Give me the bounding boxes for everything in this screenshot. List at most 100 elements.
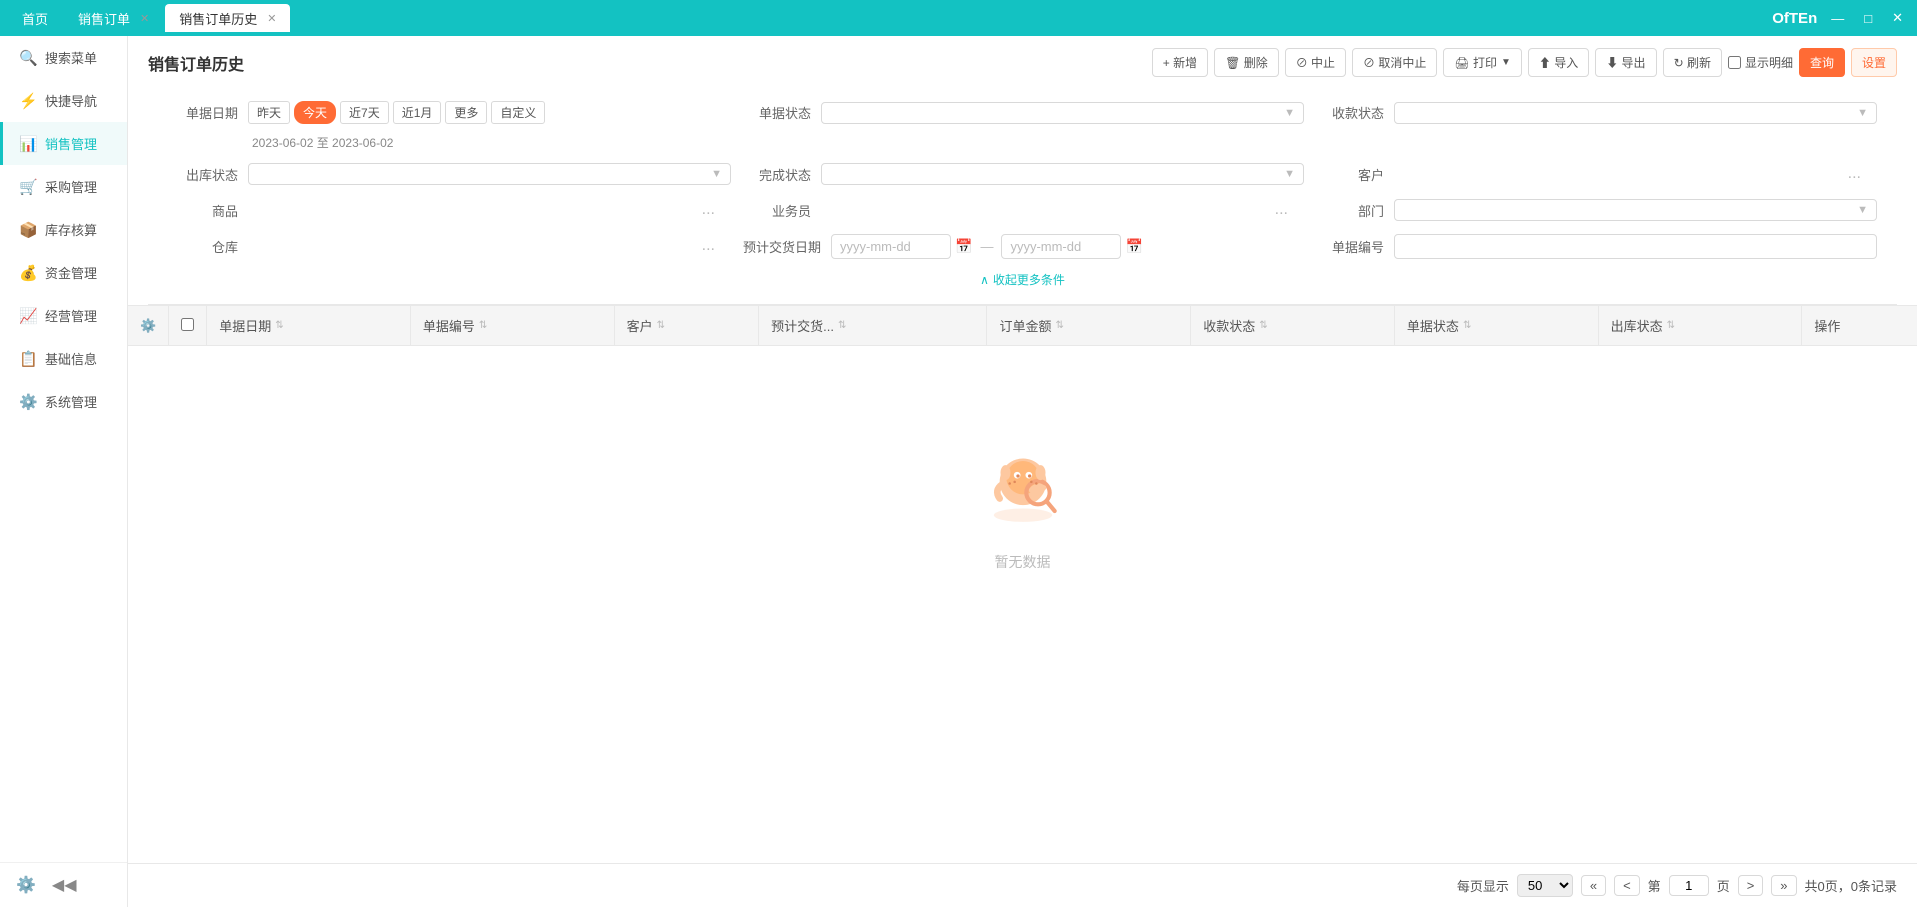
last-page-btn[interactable]: » bbox=[1771, 875, 1796, 896]
date-yesterday-btn[interactable]: 昨天 bbox=[248, 101, 290, 124]
import-button-label: ⬆ 导入 bbox=[1539, 54, 1578, 71]
doc-no-field[interactable] bbox=[1394, 234, 1877, 259]
sidebar-bottom: ⚙️ ◀◀ bbox=[0, 862, 127, 907]
table-col-delivery-date[interactable]: 预计交货... ⇅ bbox=[759, 306, 987, 346]
sidebar-item-search-menu[interactable]: 🔍 搜索菜单 bbox=[0, 36, 127, 79]
tab-sales-order[interactable]: 销售订单 ✕ bbox=[64, 4, 163, 32]
inventory-icon: 📦 bbox=[19, 221, 37, 239]
doc-status-select[interactable]: ▼ bbox=[821, 102, 1304, 124]
table-col-doc-no[interactable]: 单据编号 ⇅ bbox=[410, 306, 614, 346]
table-select-all-checkbox[interactable] bbox=[181, 318, 194, 331]
table-col-customer[interactable]: 客户 ⇅ bbox=[614, 306, 758, 346]
sidebar-item-finance[interactable]: 💰 资金管理 bbox=[0, 251, 127, 294]
date-today-btn[interactable]: 今天 bbox=[294, 101, 336, 124]
page-title-bar: 销售订单历史 + 新增 🗑 删除 ⊘ 中止 ⊘ 取消中止 🖨 bbox=[148, 48, 1897, 77]
page-size-label: 每页显示 bbox=[1457, 876, 1509, 895]
delivery-date-sort[interactable]: 预计交货... ⇅ bbox=[771, 316, 974, 335]
out-status-field[interactable]: ▼ bbox=[248, 163, 731, 185]
filter-complete-status-group: 完成状态 ▼ bbox=[741, 161, 1304, 187]
collapse-row[interactable]: ∧ 收起更多条件 bbox=[168, 267, 1877, 292]
import-button[interactable]: ⬆ 导入 bbox=[1528, 48, 1589, 77]
print-arrow-icon: ▼ bbox=[1501, 57, 1511, 68]
date-1month-btn[interactable]: 近1月 bbox=[393, 101, 442, 124]
close-btn[interactable]: ✕ bbox=[1886, 10, 1909, 26]
doc-status-field[interactable]: ▼ bbox=[821, 102, 1304, 124]
table-settings-icon[interactable]: ⚙️ bbox=[140, 318, 156, 333]
sidebar-item-quick-nav[interactable]: ⚡ 快捷导航 bbox=[0, 79, 127, 122]
table-col-pay-status[interactable]: 收款状态 ⇅ bbox=[1191, 306, 1395, 346]
table-settings-col[interactable]: ⚙️ bbox=[128, 306, 169, 346]
dept-select[interactable]: ▼ bbox=[1394, 199, 1877, 221]
warehouse-dots[interactable]: ... bbox=[694, 237, 723, 255]
minimize-btn[interactable]: — bbox=[1825, 11, 1850, 26]
first-page-btn[interactable]: « bbox=[1581, 875, 1606, 896]
prev-page-btn[interactable]: < bbox=[1614, 875, 1640, 896]
customer-dots[interactable]: ... bbox=[1840, 165, 1869, 183]
sidebar-expand-icon[interactable]: ◀◀ bbox=[52, 875, 77, 895]
sidebar-item-operations[interactable]: 📈 经营管理 bbox=[0, 294, 127, 337]
out-status-select[interactable]: ▼ bbox=[248, 163, 731, 185]
settings-bottom-icon[interactable]: ⚙️ bbox=[16, 875, 36, 895]
add-button[interactable]: + 新增 bbox=[1152, 48, 1208, 77]
doc-no-label: 单据编号 bbox=[1314, 237, 1394, 256]
table-col-doc-status[interactable]: 单据状态 ⇅ bbox=[1394, 306, 1598, 346]
pay-status-field[interactable]: ▼ bbox=[1394, 102, 1877, 124]
table-col-out-status[interactable]: 出库状态 ⇅ bbox=[1598, 306, 1802, 346]
operations-icon: 📈 bbox=[19, 307, 37, 325]
table-col-order-amount[interactable]: 订单金额 ⇅ bbox=[987, 306, 1191, 346]
sidebar-item-info[interactable]: 📋 基础信息 bbox=[0, 337, 127, 380]
doc-status-sort[interactable]: 单据状态 ⇅ bbox=[1407, 316, 1586, 335]
sidebar-item-purchase-mgmt[interactable]: 🛒 采购管理 bbox=[0, 165, 127, 208]
goods-dots[interactable]: ... bbox=[694, 201, 723, 219]
settings-button[interactable]: 设置 bbox=[1851, 48, 1897, 77]
date-more-btn[interactable]: 更多 bbox=[445, 101, 487, 124]
pay-status-sort[interactable]: 收款状态 ⇅ bbox=[1203, 316, 1382, 335]
sidebar-item-quick-nav-label: 快捷导航 bbox=[45, 91, 97, 110]
sidebar-item-system[interactable]: ⚙️ 系统管理 bbox=[0, 380, 127, 423]
tab-home[interactable]: 首页 bbox=[8, 4, 62, 32]
refresh-button[interactable]: ↻ 刷新 bbox=[1663, 48, 1722, 77]
date-7days-btn[interactable]: 近7天 bbox=[340, 101, 389, 124]
cancel-stop-button[interactable]: ⊘ 取消中止 bbox=[1352, 48, 1437, 77]
delivery-date-label: 预计交货日期 bbox=[741, 237, 831, 256]
next-page-btn[interactable]: > bbox=[1738, 875, 1764, 896]
print-button[interactable]: 🖨 打印 ▼ bbox=[1443, 48, 1521, 77]
complete-status-field[interactable]: ▼ bbox=[821, 163, 1304, 185]
display-toggle[interactable]: 显示明细 bbox=[1728, 54, 1793, 71]
page-suffix: 页 bbox=[1717, 876, 1730, 895]
page-input[interactable] bbox=[1669, 875, 1709, 896]
table-checkbox-col[interactable] bbox=[169, 306, 207, 346]
doc-date-sort[interactable]: 单据日期 ⇅ bbox=[219, 316, 398, 335]
delete-button[interactable]: 🗑 删除 bbox=[1214, 48, 1279, 77]
doc-no-input[interactable] bbox=[1394, 234, 1877, 259]
delivery-date-end-calendar-icon[interactable]: 📅 bbox=[1125, 238, 1142, 255]
delivery-date-start-calendar-icon[interactable]: 📅 bbox=[955, 238, 972, 255]
customer-select: ... bbox=[1394, 161, 1877, 187]
tab-sales-order-history-close[interactable]: ✕ bbox=[267, 12, 276, 25]
out-status-sort[interactable]: 出库状态 ⇅ bbox=[1611, 316, 1790, 335]
tab-sales-order-history[interactable]: 销售订单历史 ✕ bbox=[165, 4, 290, 32]
pay-status-select[interactable]: ▼ bbox=[1394, 102, 1877, 124]
complete-status-select[interactable]: ▼ bbox=[821, 163, 1304, 185]
collapse-icon: ∧ bbox=[980, 273, 989, 287]
tab-sales-order-close[interactable]: ✕ bbox=[140, 12, 149, 25]
query-button[interactable]: 查询 bbox=[1799, 48, 1845, 77]
dept-field[interactable]: ▼ bbox=[1394, 199, 1877, 221]
stop-button[interactable]: ⊘ 中止 bbox=[1285, 48, 1346, 77]
sidebar-item-inventory[interactable]: 📦 库存核算 bbox=[0, 208, 127, 251]
export-button[interactable]: ⬇ 导出 bbox=[1595, 48, 1656, 77]
sidebar-item-sales-mgmt[interactable]: 📊 销售管理 bbox=[0, 122, 127, 165]
salesman-dots[interactable]: ... bbox=[1267, 201, 1296, 219]
table-col-doc-date[interactable]: 单据日期 ⇅ bbox=[207, 306, 411, 346]
customer-sort[interactable]: 客户 ⇅ bbox=[627, 316, 746, 335]
delivery-date-start-input[interactable] bbox=[831, 234, 951, 259]
pay-status-label: 收款状态 bbox=[1314, 103, 1394, 122]
maximize-btn[interactable]: □ bbox=[1858, 11, 1878, 26]
order-amount-sort[interactable]: 订单金额 ⇅ bbox=[999, 316, 1178, 335]
doc-no-sort[interactable]: 单据编号 ⇅ bbox=[423, 316, 602, 335]
display-toggle-checkbox[interactable] bbox=[1728, 56, 1741, 69]
page-size-select[interactable]: 20 50 100 bbox=[1517, 874, 1573, 897]
complete-status-arrow-icon: ▼ bbox=[1284, 168, 1295, 180]
date-custom-btn[interactable]: 自定义 bbox=[491, 101, 545, 124]
delivery-date-end-input[interactable] bbox=[1001, 234, 1121, 259]
